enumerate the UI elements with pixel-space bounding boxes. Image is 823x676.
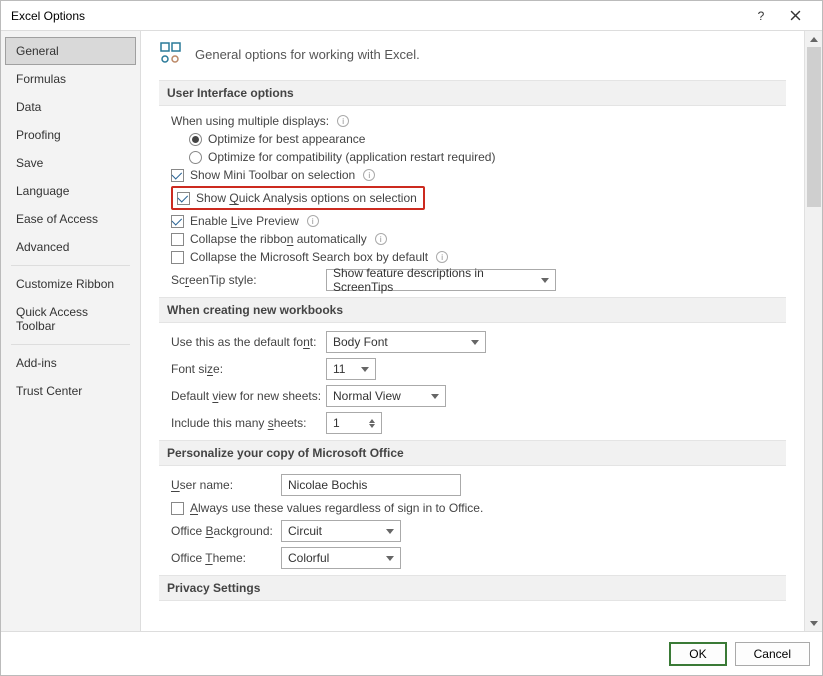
checkbox-always-use[interactable] bbox=[171, 502, 184, 515]
page-heading: General options for working with Excel. bbox=[195, 47, 420, 62]
multi-displays-label: When using multiple displays: bbox=[171, 114, 329, 128]
sidebar-item-customize-ribbon[interactable]: Customize Ribbon bbox=[5, 270, 136, 298]
sheets-count-label: Include this many sheets: bbox=[171, 416, 326, 430]
checkbox-label: Enable Live Preview bbox=[190, 214, 299, 228]
office-theme-select[interactable]: Colorful bbox=[281, 547, 401, 569]
chevron-down-icon bbox=[361, 367, 369, 372]
checkbox-label: Show Quick Analysis options on selection bbox=[196, 191, 417, 205]
screentip-label: ScreenTip style: bbox=[171, 273, 326, 287]
sidebar-item-trust-center[interactable]: Trust Center bbox=[5, 377, 136, 405]
chevron-down-icon bbox=[541, 278, 549, 283]
default-view-select[interactable]: Normal View bbox=[326, 385, 446, 407]
checkbox-label: Show Mini Toolbar on selection bbox=[190, 168, 355, 182]
office-bg-label: Office Background: bbox=[171, 524, 281, 538]
sidebar-item-formulas[interactable]: Formulas bbox=[5, 65, 136, 93]
checkbox-label: Collapse the ribbon automatically bbox=[190, 232, 367, 246]
sidebar-item-ease-of-access[interactable]: Ease of Access bbox=[5, 205, 136, 233]
chevron-down-icon bbox=[471, 340, 479, 345]
font-size-select[interactable]: 11 bbox=[326, 358, 376, 380]
office-theme-label: Office Theme: bbox=[171, 551, 281, 565]
checkbox-live-preview[interactable] bbox=[171, 215, 184, 228]
section-privacy: Privacy Settings bbox=[159, 575, 786, 601]
checkbox-collapse-search[interactable] bbox=[171, 251, 184, 264]
sidebar-item-quick-access-toolbar[interactable]: Quick Access Toolbar bbox=[5, 298, 136, 340]
scroll-thumb[interactable] bbox=[807, 47, 821, 207]
dialog-title: Excel Options bbox=[11, 9, 744, 23]
scroll-down-button[interactable] bbox=[805, 615, 822, 631]
vertical-scrollbar[interactable] bbox=[804, 31, 822, 631]
section-ui-options: User Interface options bbox=[159, 80, 786, 106]
radio-label: Optimize for best appearance bbox=[208, 132, 365, 146]
section-new-workbooks: When creating new workbooks bbox=[159, 297, 786, 323]
dialog-footer: OK Cancel bbox=[1, 631, 822, 675]
chevron-down-icon bbox=[386, 529, 394, 534]
sheets-count-spinner[interactable]: 1 bbox=[326, 412, 382, 434]
sidebar-item-data[interactable]: Data bbox=[5, 93, 136, 121]
content-pane: General options for working with Excel. … bbox=[141, 31, 804, 631]
info-icon[interactable]: i bbox=[375, 233, 387, 245]
scroll-up-button[interactable] bbox=[805, 31, 822, 47]
default-font-label: Use this as the default font: bbox=[171, 335, 326, 349]
titlebar: Excel Options ? bbox=[1, 1, 822, 31]
ok-button[interactable]: OK bbox=[669, 642, 726, 666]
sidebar-item-proofing[interactable]: Proofing bbox=[5, 121, 136, 149]
sidebar-item-add-ins[interactable]: Add-ins bbox=[5, 349, 136, 377]
chevron-down-icon bbox=[386, 556, 394, 561]
radio-optimize-appearance[interactable] bbox=[189, 133, 202, 146]
font-size-label: Font size: bbox=[171, 362, 326, 376]
username-label: User name: bbox=[171, 478, 281, 492]
checkbox-quick-analysis[interactable] bbox=[177, 192, 190, 205]
office-bg-select[interactable]: Circuit bbox=[281, 520, 401, 542]
radio-optimize-compat[interactable] bbox=[189, 151, 202, 164]
sidebar-item-save[interactable]: Save bbox=[5, 149, 136, 177]
sidebar-item-advanced[interactable]: Advanced bbox=[5, 233, 136, 261]
default-view-label: Default view for new sheets: bbox=[171, 389, 326, 403]
username-input[interactable]: Nicolae Bochis bbox=[281, 474, 461, 496]
sidebar-item-general[interactable]: General bbox=[5, 37, 136, 65]
info-icon[interactable]: i bbox=[363, 169, 375, 181]
info-icon[interactable]: i bbox=[337, 115, 349, 127]
checkbox-label: Collapse the Microsoft Search box by def… bbox=[190, 250, 428, 264]
screentip-select[interactable]: Show feature descriptions in ScreenTips bbox=[326, 269, 556, 291]
sidebar-item-language[interactable]: Language bbox=[5, 177, 136, 205]
checkbox-label: Always use these values regardless of si… bbox=[190, 501, 483, 515]
options-sidebar: GeneralFormulasDataProofingSaveLanguageE… bbox=[1, 31, 141, 631]
highlighted-quick-analysis: Show Quick Analysis options on selection bbox=[171, 186, 425, 210]
close-button[interactable] bbox=[778, 5, 812, 27]
cancel-button[interactable]: Cancel bbox=[735, 642, 810, 666]
close-icon bbox=[790, 10, 801, 21]
radio-label: Optimize for compatibility (application … bbox=[208, 150, 495, 164]
info-icon[interactable]: i bbox=[436, 251, 448, 263]
checkbox-mini-toolbar[interactable] bbox=[171, 169, 184, 182]
info-icon[interactable]: i bbox=[307, 215, 319, 227]
general-options-icon bbox=[159, 41, 183, 68]
default-font-select[interactable]: Body Font bbox=[326, 331, 486, 353]
chevron-down-icon bbox=[431, 394, 439, 399]
help-button[interactable]: ? bbox=[744, 5, 778, 27]
section-personalize: Personalize your copy of Microsoft Offic… bbox=[159, 440, 786, 466]
checkbox-collapse-ribbon[interactable] bbox=[171, 233, 184, 246]
